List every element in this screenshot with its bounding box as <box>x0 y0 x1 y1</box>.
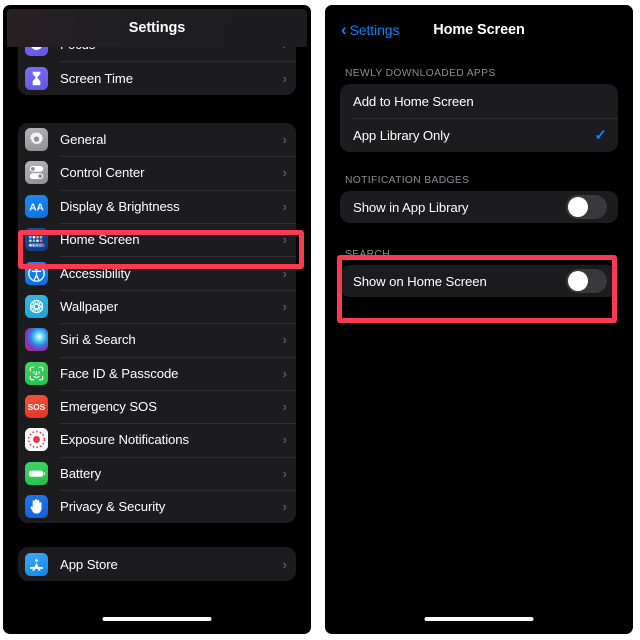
sidebar-item-label: Home Screen <box>60 232 140 248</box>
option-app-library-only[interactable]: App Library Only ✓ <box>340 118 618 152</box>
wallpaper-icon <box>25 294 48 318</box>
sidebar-item-general[interactable]: General › <box>18 123 296 156</box>
sidebar-item-exposure-notifications[interactable]: Exposure Notifications › <box>18 423 296 456</box>
option-label: Add to Home Screen <box>353 93 474 109</box>
sidebar-item-screen-time[interactable]: Screen Time › <box>18 61 296 94</box>
back-button-label: Settings <box>349 22 400 38</box>
toggle-knob <box>567 196 589 218</box>
svg-text:SOS: SOS <box>28 403 46 412</box>
settings-screen: Focus › Screen Time › <box>7 9 307 630</box>
chevron-right-icon: › <box>282 165 287 181</box>
sidebar-item-label: Screen Time <box>60 70 133 86</box>
chevron-left-icon: ‹ <box>341 20 347 39</box>
group-gap <box>18 95 296 123</box>
chevron-right-icon: › <box>282 232 287 248</box>
section-card-newly-downloaded-apps: Add to Home Screen App Library Only ✓ <box>340 84 618 152</box>
sidebar-item-label: Battery <box>60 465 102 481</box>
page-title: Settings <box>128 20 186 36</box>
option-label: App Library Only <box>353 127 450 143</box>
chevron-right-icon: › <box>282 298 287 314</box>
detail-nav-bar: ‹ Settings Home Screen <box>329 9 629 51</box>
display-brightness-icon: AA <box>25 194 48 218</box>
section-header-notification-badges: NOTIFICATION BADGES <box>345 175 470 186</box>
chevron-right-icon: › <box>282 332 287 348</box>
sidebar-item-label: Display & Brightness <box>60 198 180 214</box>
chevron-right-icon: › <box>282 131 287 147</box>
home-screen-icon <box>25 228 48 252</box>
siri-icon <box>25 328 48 352</box>
row-show-on-home-screen[interactable]: Show on Home Screen <box>340 265 618 297</box>
battery-icon <box>25 461 48 485</box>
checkmark-icon: ✓ <box>594 126 607 144</box>
group-gap <box>18 523 296 547</box>
sidebar-item-label: Face ID & Passcode <box>60 365 179 381</box>
chevron-right-icon: › <box>282 399 287 415</box>
section-header-newly-downloaded-apps: NEWLY DOWNLOADED APPS <box>345 68 496 79</box>
chevron-right-icon: › <box>282 432 287 448</box>
home-screen-detail: ‹ Settings Home Screen NEWLY DOWNLOADED … <box>329 9 629 630</box>
sidebar-item-control-center[interactable]: Control Center › <box>18 156 296 189</box>
sidebar-item-label: Emergency SOS <box>60 399 157 415</box>
sidebar-item-label: General <box>60 131 107 147</box>
face-id-icon <box>25 361 48 385</box>
show-in-app-library-toggle[interactable] <box>566 195 607 219</box>
row-label: Show on Home Screen <box>353 273 487 289</box>
chevron-right-icon: › <box>282 365 287 381</box>
left-phone-frame: Focus › Screen Time › <box>3 5 311 634</box>
settings-list-scroll[interactable]: Focus › Screen Time › <box>7 9 307 630</box>
svg-text:AA: AA <box>29 202 44 213</box>
show-on-home-screen-toggle[interactable] <box>566 269 607 293</box>
sidebar-item-battery[interactable]: Battery › <box>18 456 296 490</box>
gear-icon <box>25 127 48 151</box>
screenshot-stage: Focus › Screen Time › <box>0 0 640 640</box>
section-card-search: Show on Home Screen <box>340 265 618 297</box>
sidebar-item-label: Wallpaper <box>60 298 118 314</box>
chevron-right-icon: › <box>282 556 287 572</box>
app-store-icon <box>25 552 48 576</box>
sidebar-item-privacy-security[interactable]: Privacy & Security › <box>18 490 296 523</box>
hand-icon <box>25 495 48 519</box>
sidebar-item-emergency-sos[interactable]: SOS Emergency SOS › <box>18 389 296 423</box>
section-header-search: SEARCH <box>345 249 391 260</box>
sidebar-item-label: App Store <box>60 556 118 572</box>
back-button[interactable]: ‹ Settings <box>341 20 400 39</box>
chevron-right-icon: › <box>282 70 287 86</box>
settings-nav-bar: Settings <box>7 9 307 47</box>
row-label: Show in App Library <box>353 199 469 215</box>
settings-group-system: General › Control Center › AA Display & … <box>18 122 296 524</box>
sidebar-item-wallpaper[interactable]: Wallpaper › <box>18 289 296 323</box>
control-center-icon <box>25 161 48 185</box>
chevron-right-icon: › <box>282 265 287 281</box>
home-screen-settings-screen: ‹ Settings Home Screen NEWLY DOWNLOADED … <box>329 9 629 630</box>
sidebar-item-label: Exposure Notifications <box>60 432 190 448</box>
sidebar-item-display-brightness[interactable]: AA Display & Brightness › <box>18 189 296 223</box>
screen-time-icon <box>25 66 48 90</box>
sidebar-item-label: Accessibility <box>60 265 131 281</box>
sidebar-item-home-screen[interactable]: Home Screen › <box>18 222 296 256</box>
sidebar-item-label: Privacy & Security <box>60 499 166 515</box>
sidebar-item-app-store[interactable]: App Store › <box>18 547 296 580</box>
exposure-notifications-icon <box>25 428 48 452</box>
sidebar-item-siri-search[interactable]: Siri & Search › <box>18 323 296 356</box>
sidebar-item-label: Control Center <box>60 165 145 181</box>
sidebar-item-accessibility[interactable]: Accessibility › <box>18 256 296 289</box>
sidebar-item-label: Siri & Search <box>60 332 136 348</box>
right-phone-frame: ‹ Settings Home Screen NEWLY DOWNLOADED … <box>325 5 633 634</box>
option-add-to-home-screen[interactable]: Add to Home Screen <box>340 84 618 118</box>
chevron-right-icon: › <box>282 465 287 481</box>
section-card-notification-badges: Show in App Library <box>340 191 618 223</box>
row-show-in-app-library[interactable]: Show in App Library <box>340 191 618 223</box>
sidebar-item-face-id-passcode[interactable]: Face ID & Passcode › <box>18 356 296 390</box>
home-indicator <box>424 616 534 621</box>
emergency-sos-icon: SOS <box>25 395 48 419</box>
chevron-right-icon: › <box>282 499 287 515</box>
toggle-knob <box>567 270 589 292</box>
settings-group-store: App Store › <box>18 547 296 581</box>
chevron-right-icon: › <box>282 198 287 214</box>
home-indicator <box>102 616 212 621</box>
accessibility-icon <box>25 261 48 285</box>
